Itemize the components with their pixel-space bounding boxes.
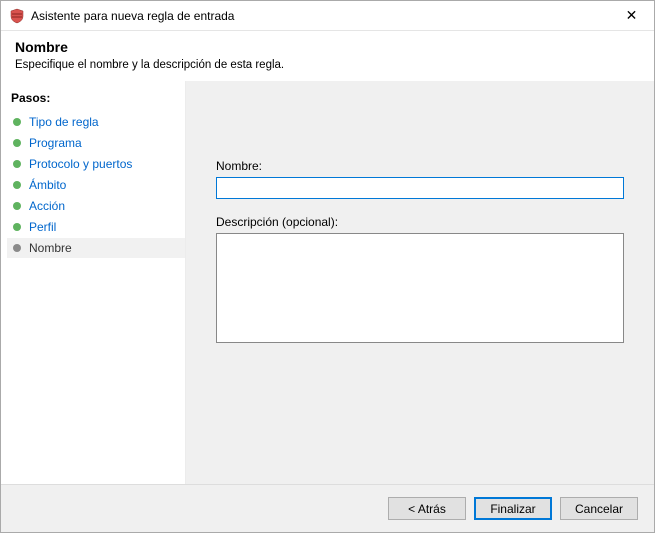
step-bullet-icon — [13, 139, 21, 147]
step-tipo-de-regla[interactable]: Tipo de regla — [7, 112, 185, 132]
step-label: Protocolo y puertos — [29, 157, 132, 171]
step-label: Ámbito — [29, 178, 66, 192]
description-textarea[interactable] — [216, 233, 624, 343]
step-bullet-icon — [13, 160, 21, 168]
cancel-button[interactable]: Cancelar — [560, 497, 638, 520]
page-subtitle: Especifique el nombre y la descripción d… — [15, 59, 640, 71]
step-label: Nombre — [29, 241, 72, 255]
steps-sidebar: Pasos: Tipo de regla Programa Protocolo … — [1, 81, 186, 484]
step-protocolo-y-puertos[interactable]: Protocolo y puertos — [7, 154, 185, 174]
wizard-body: Pasos: Tipo de regla Programa Protocolo … — [1, 81, 654, 484]
step-programa[interactable]: Programa — [7, 133, 185, 153]
step-bullet-icon — [13, 118, 21, 126]
window-title: Asistente para nueva regla de entrada — [31, 9, 609, 23]
name-label: Nombre: — [216, 159, 624, 173]
main-panel: Nombre: Descripción (opcional): — [186, 81, 654, 484]
firewall-app-icon — [9, 8, 25, 24]
step-label: Perfil — [29, 220, 56, 234]
step-ambito[interactable]: Ámbito — [7, 175, 185, 195]
step-label: Programa — [29, 136, 82, 150]
step-accion[interactable]: Acción — [7, 196, 185, 216]
step-bullet-icon — [13, 244, 21, 252]
close-button[interactable]: ✕ — [609, 1, 654, 31]
step-label: Acción — [29, 199, 65, 213]
steps-list: Tipo de regla Programa Protocolo y puert… — [7, 112, 185, 258]
finish-button[interactable]: Finalizar — [474, 497, 552, 520]
back-button[interactable]: < Atrás — [388, 497, 466, 520]
step-label: Tipo de regla — [29, 115, 99, 129]
wizard-footer: < Atrás Finalizar Cancelar — [1, 484, 654, 532]
page-title: Nombre — [15, 39, 640, 55]
wizard-window: Asistente para nueva regla de entrada ✕ … — [0, 0, 655, 533]
description-label: Descripción (opcional): — [216, 215, 624, 229]
titlebar: Asistente para nueva regla de entrada ✕ — [1, 1, 654, 31]
name-field-row: Nombre: — [216, 159, 624, 199]
step-perfil[interactable]: Perfil — [7, 217, 185, 237]
close-icon: ✕ — [626, 7, 638, 24]
description-field-row: Descripción (opcional): — [216, 215, 624, 346]
wizard-header: Nombre Especifique el nombre y la descri… — [1, 31, 654, 81]
step-bullet-icon — [13, 202, 21, 210]
steps-heading: Pasos: — [7, 87, 185, 111]
step-bullet-icon — [13, 223, 21, 231]
step-nombre[interactable]: Nombre — [7, 238, 185, 258]
name-input[interactable] — [216, 177, 624, 199]
step-bullet-icon — [13, 181, 21, 189]
